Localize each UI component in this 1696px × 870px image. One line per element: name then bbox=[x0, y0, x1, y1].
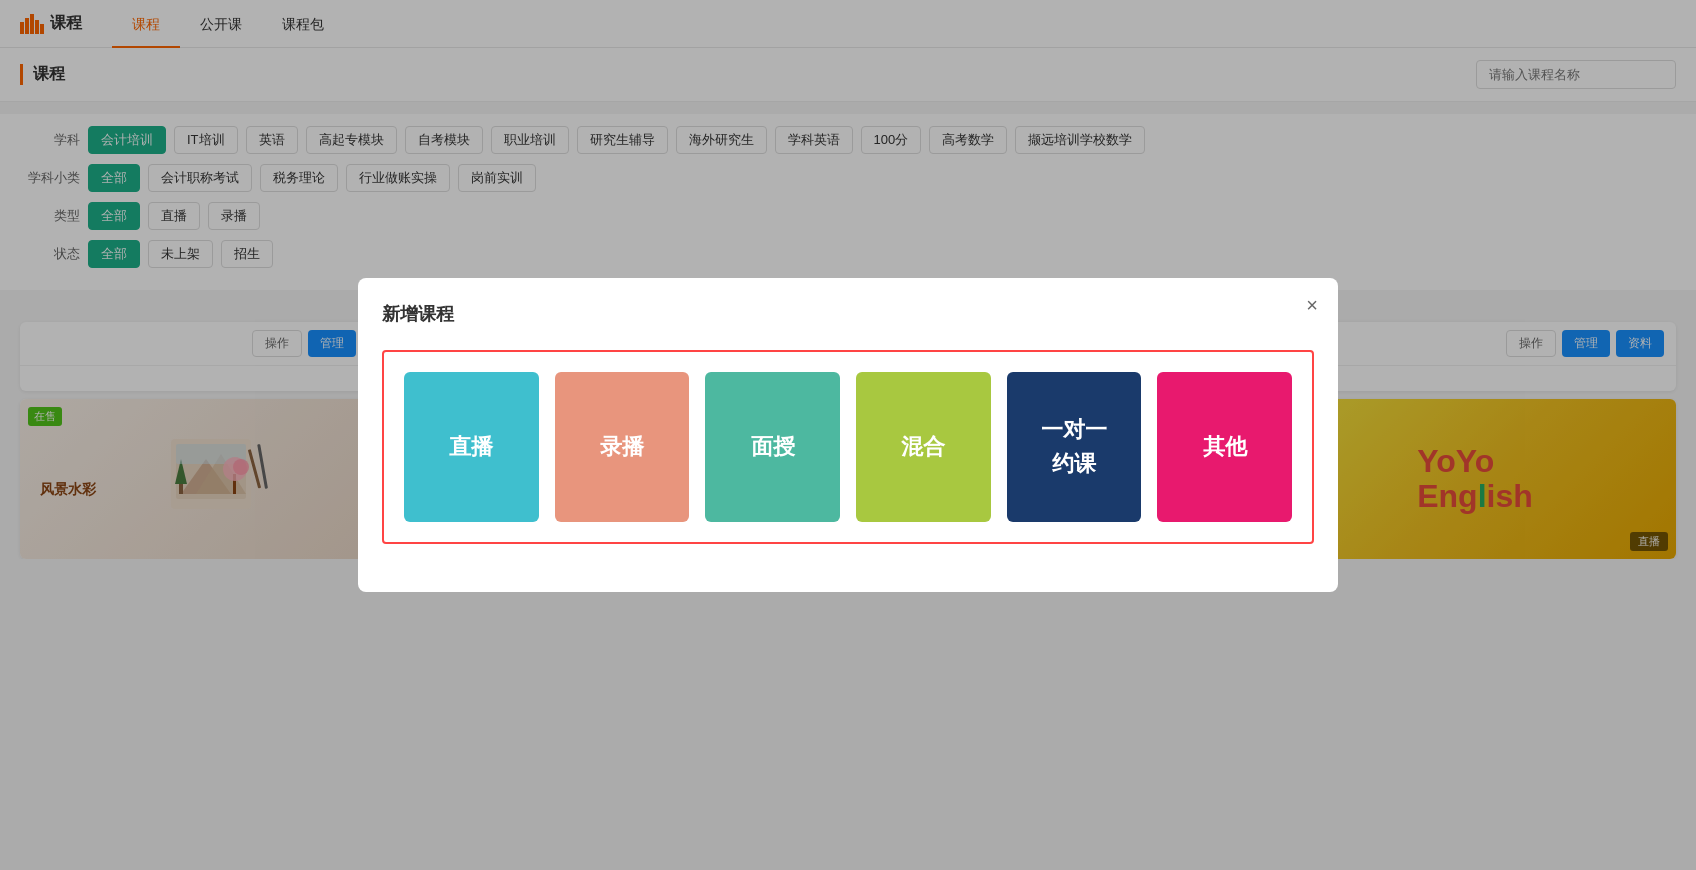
course-type-mix[interactable]: 混合 bbox=[856, 372, 991, 522]
new-course-modal: 新增课程 × 直播 录播 面授 混合 一对一 约课 bbox=[358, 278, 1338, 559]
course-type-live[interactable]: 直播 bbox=[404, 372, 539, 522]
course-type-oneone[interactable]: 一对一 约课 bbox=[1007, 372, 1142, 522]
modal-overlay: 新增课程 × 直播 录播 面授 混合 一对一 约课 bbox=[0, 0, 1696, 559]
modal-title: 新增课程 bbox=[382, 302, 1314, 326]
modal-close-button[interactable]: × bbox=[1306, 294, 1318, 317]
course-type-grid: 直播 录播 面授 混合 一对一 约课 其他 bbox=[382, 350, 1314, 544]
course-type-record[interactable]: 录播 bbox=[555, 372, 690, 522]
course-type-other[interactable]: 其他 bbox=[1157, 372, 1292, 522]
course-type-face[interactable]: 面授 bbox=[705, 372, 840, 522]
